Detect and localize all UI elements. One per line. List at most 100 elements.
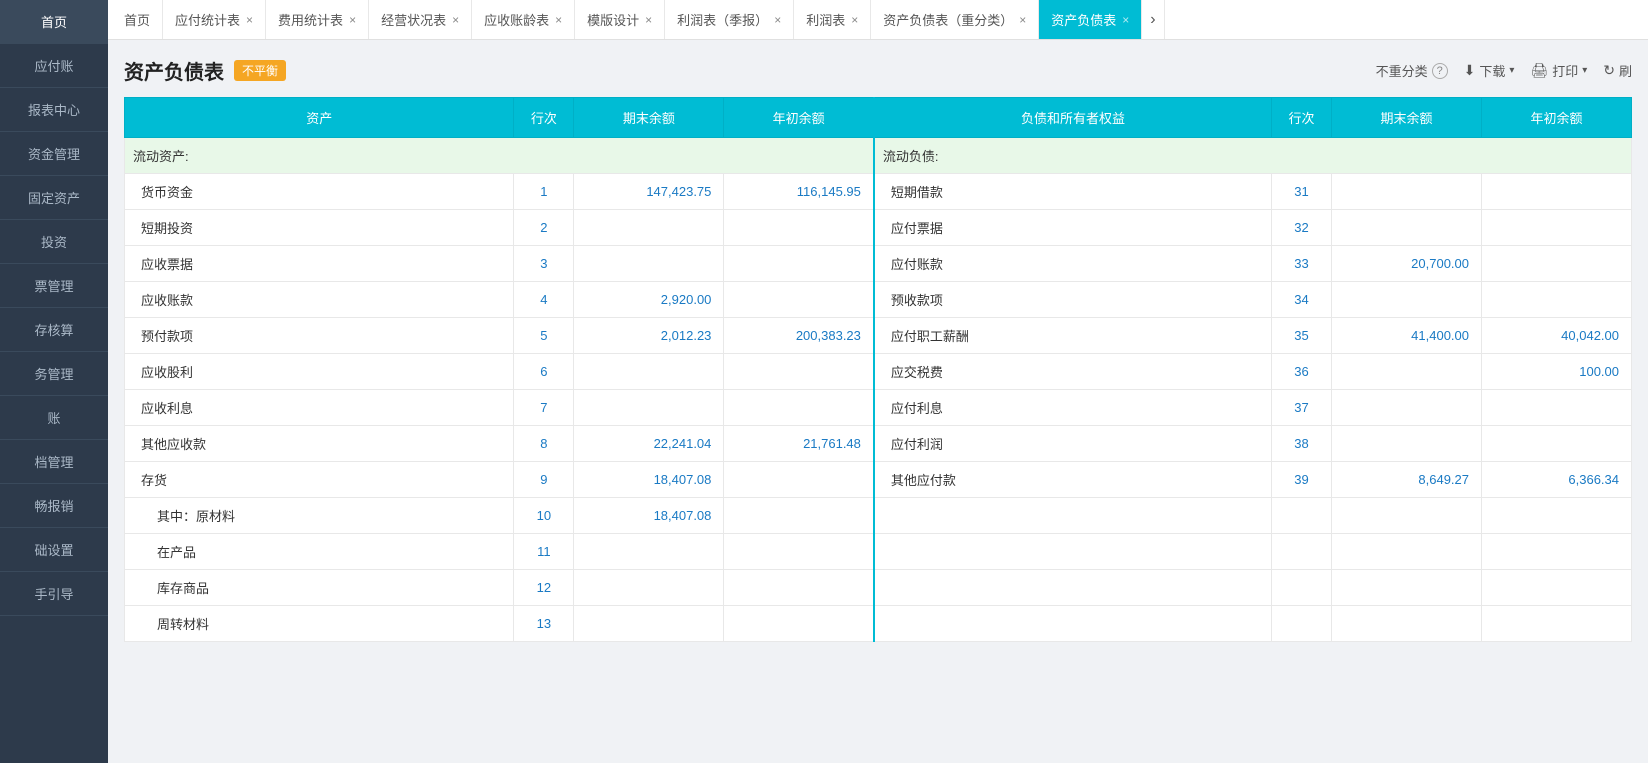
year-start [724,534,874,570]
tab-expense-stat[interactable]: 费用统计表 × [266,0,369,40]
tab-balance-reclassify[interactable]: 资产负债表（重分类） × [871,0,1039,40]
table-row: 应收票据 3 应付账款 33 20,700.00 [125,246,1632,282]
period-end: 2,012.23 [574,318,724,354]
table-row: 其他应收款 8 22,241.04 21,761.48 应付利润 38 [125,426,1632,462]
year-start [724,606,874,642]
period-end [574,354,724,390]
tab-receivable-age[interactable]: 应收账龄表 × [472,0,575,40]
sidebar-item-home[interactable]: 首页 [0,0,108,44]
tab-nav-right[interactable]: › [1142,0,1164,40]
row-num: 13 [514,606,574,642]
tab-profit-quarterly-close[interactable]: × [774,13,781,27]
table-row: 应收利息 7 应付利息 37 [125,390,1632,426]
row-num: 6 [514,354,574,390]
table-row: 预付款项 5 2,012.23 200,383.23 应付职工薪酬 35 41,… [125,318,1632,354]
tab-profit-quarterly[interactable]: 利润表（季报） × [665,0,794,40]
row-num2 [1272,498,1332,534]
tab-template-design[interactable]: 模版设计 × [575,0,665,40]
liability-name: 应交税费 [874,354,1272,390]
page-title-row: 资产负债表 不平衡 [124,56,286,85]
sidebar-item-archive[interactable]: 档管理 [0,440,108,484]
print-btn[interactable]: 🖨 打印 ▾ [1530,61,1587,80]
help-icon[interactable]: ? [1432,63,1448,79]
row-num: 5 [514,318,574,354]
period-end2 [1332,390,1482,426]
print-icon: 🖨 [1530,62,1548,79]
row-num2: 36 [1272,354,1332,390]
period-end: 18,407.08 [574,462,724,498]
period-end2 [1332,570,1482,606]
asset-name: 预付款项 [125,318,514,354]
tab-profit-close[interactable]: × [851,13,858,27]
tab-expense-stat-label: 费用统计表 [278,10,343,29]
section-asset-label: 流动资产: [125,138,874,174]
refresh-btn[interactable]: ↻ 刷 [1603,61,1632,80]
tab-profit[interactable]: 利润表 × [794,0,871,40]
tab-home[interactable]: 首页 [112,0,163,40]
sidebar-item-expense[interactable]: 畅报销 [0,484,108,528]
liability-name: 应付利息 [874,390,1272,426]
row-num2 [1272,534,1332,570]
asset-name: 应收票据 [125,246,514,282]
period-end [574,606,724,642]
sidebar-item-guide[interactable]: 手引导 [0,572,108,616]
download-btn[interactable]: ⬇ 下载 ▾ [1464,61,1515,80]
period-end2 [1332,426,1482,462]
table-row: 短期投资 2 应付票据 32 [125,210,1632,246]
tab-balance-reclassify-close[interactable]: × [1019,13,1026,27]
section-liability-label: 流动负债: [874,138,1632,174]
row-num: 12 [514,570,574,606]
tab-operation[interactable]: 经营状况表 × [369,0,472,40]
sidebar-item-fixed-assets[interactable]: 固定资产 [0,176,108,220]
sidebar-item-settings[interactable]: 础设置 [0,528,108,572]
tab-payable-stat-label: 应付统计表 [175,10,240,29]
year-start2: 100.00 [1482,354,1632,390]
header-liability: 负债和所有者权益 [874,98,1272,138]
year-start2 [1482,246,1632,282]
content-area: 资产负债表 不平衡 不重分类 ? ⬇ 下载 ▾ 🖨 打印 ▾ [108,40,1648,763]
main-area: 首页 应付统计表 × 费用统计表 × 经营状况表 × 应收账龄表 × 模版设计 … [108,0,1648,763]
year-start2 [1482,426,1632,462]
sidebar-item-investment[interactable]: 投资 [0,220,108,264]
tab-payable-stat[interactable]: 应付统计表 × [163,0,266,40]
sidebar-item-affairs[interactable]: 务管理 [0,352,108,396]
period-end [574,390,724,426]
tab-template-design-close[interactable]: × [645,13,652,27]
sidebar-item-payable[interactable]: 应付账 [0,44,108,88]
row-num: 8 [514,426,574,462]
asset-name: 其他应收款 [125,426,514,462]
tab-expense-stat-close[interactable]: × [349,13,356,27]
year-start [724,570,874,606]
no-reclassify-btn[interactable]: 不重分类 ? [1376,61,1448,80]
sidebar-item-ticket-mgmt[interactable]: 票管理 [0,264,108,308]
tab-operation-close[interactable]: × [452,13,459,27]
period-end [574,534,724,570]
sidebar-item-fund-mgmt[interactable]: 资金管理 [0,132,108,176]
row-num2: 39 [1272,462,1332,498]
table-row: 应收账款 4 2,920.00 预收款项 34 [125,282,1632,318]
liability-name: 应付利润 [874,426,1272,462]
sidebar-item-report-center[interactable]: 报表中心 [0,88,108,132]
refresh-label: 刷 [1619,61,1632,80]
sidebar-item-account[interactable]: 账 [0,396,108,440]
header-asset: 资产 [125,98,514,138]
sidebar-item-inventory[interactable]: 存核算 [0,308,108,352]
period-end: 2,920.00 [574,282,724,318]
period-end2 [1332,534,1482,570]
asset-name: 在产品 [125,534,514,570]
asset-name: 应收股利 [125,354,514,390]
period-end2 [1332,354,1482,390]
liability-name: 应付票据 [874,210,1272,246]
tab-payable-stat-close[interactable]: × [246,13,253,27]
asset-name: 其中：原材料 [125,498,514,534]
tab-balance[interactable]: 资产负债表 × [1039,0,1142,40]
tab-template-design-label: 模版设计 [587,10,639,29]
tab-receivable-age-close[interactable]: × [555,13,562,27]
print-chevron-icon: ▾ [1582,65,1587,76]
table-row: 应收股利 6 应交税费 36 100.00 [125,354,1632,390]
row-num2: 35 [1272,318,1332,354]
liability-name [874,606,1272,642]
tab-balance-reclassify-label: 资产负债表（重分类） [883,10,1013,29]
year-start: 116,145.95 [724,174,874,210]
tab-balance-close[interactable]: × [1122,13,1129,27]
